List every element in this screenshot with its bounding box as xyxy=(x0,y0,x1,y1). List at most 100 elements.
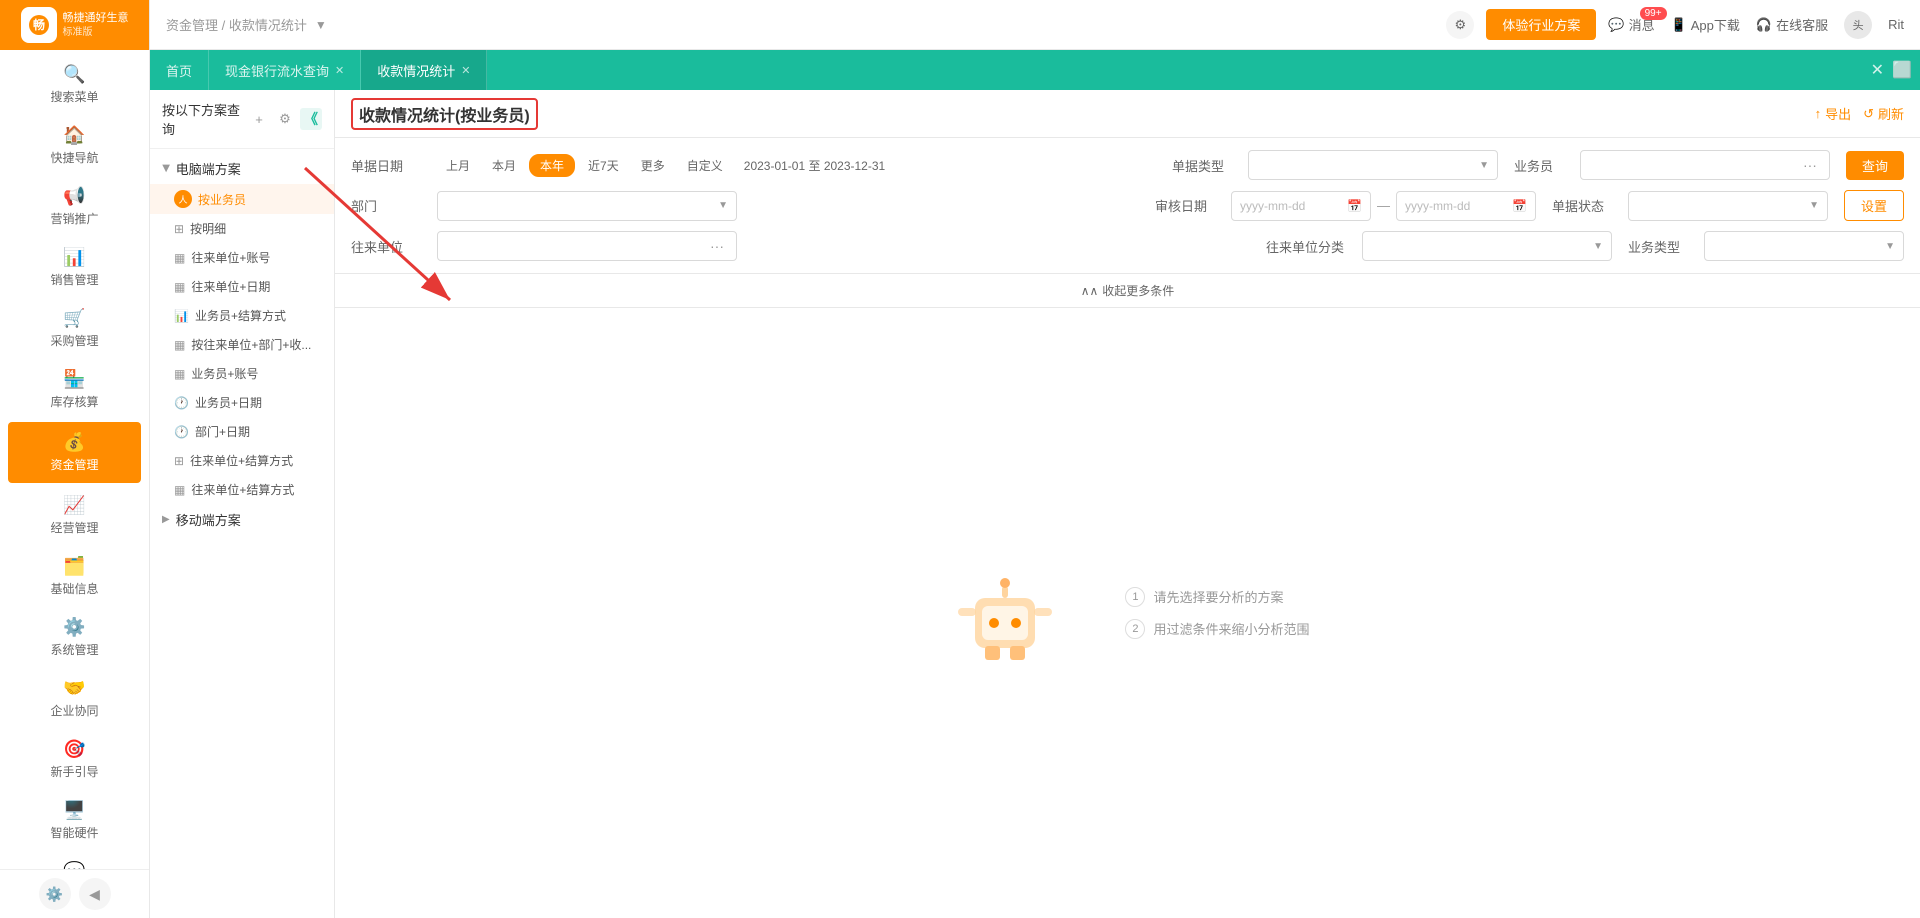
operation-icon: 📈 xyxy=(63,495,85,516)
scheme-group-desktop-header[interactable]: ▶ 电脑端方案 xyxy=(150,153,334,184)
doc-type-label: 单据类型 xyxy=(1172,156,1232,175)
salesman-scheme-icon: 人 xyxy=(174,190,192,208)
sidebar-item-enterprise[interactable]: 🤝 企业协同 xyxy=(0,668,149,729)
header-gear-btn[interactable]: ⚙ xyxy=(1446,11,1474,39)
biz-type-select[interactable]: ▼ xyxy=(1704,231,1904,261)
sidebar-item-quicknav[interactable]: 🏠 快捷导航 xyxy=(0,115,149,176)
review-date-end[interactable]: yyyy-mm-dd 📅 xyxy=(1396,191,1536,221)
salesman-select[interactable]: ··· xyxy=(1580,150,1830,180)
service-icon: 🎧 xyxy=(1756,17,1772,33)
page-title-area: 收款情况统计(按业务员) xyxy=(351,98,538,130)
date-tab-this-month[interactable]: 本月 xyxy=(483,154,525,177)
tab-close-collection[interactable]: ✕ xyxy=(461,64,470,77)
sidebar-item-hardware[interactable]: 🖥️ 智能硬件 xyxy=(0,790,149,851)
counterpart-category-group: 往来单位分类 ▼ 业务类型 ▼ xyxy=(1266,231,1904,261)
scheme-item-by-salesman[interactable]: 人 按业务员 xyxy=(150,184,334,214)
scheme-group-desktop: ▶ 电脑端方案 人 按业务员 ⊞ 按明细 ▦ 往来单位+账号 xyxy=(150,153,334,504)
dept-label: 部门 xyxy=(351,196,421,215)
refresh-btn[interactable]: ↺ 刷新 xyxy=(1863,104,1904,123)
scheme-item-dept-date[interactable]: 🕐 部门+日期 xyxy=(150,417,334,446)
date-tab-last-7[interactable]: 近7天 xyxy=(579,154,628,177)
scheme-item-salesman-settlement[interactable]: 📊 业务员+结算方式 xyxy=(150,301,334,330)
doc-status-arrow: ▼ xyxy=(1809,200,1819,211)
robot-illustration xyxy=(945,553,1065,673)
unit-settlement2-icon: ▦ xyxy=(174,483,185,497)
counterpart-more-btn[interactable]: ··· xyxy=(706,238,728,254)
sidebar: 畅 畅捷通好生意 标准版 🔍 搜索菜单 🏠 快捷导航 📢 营销推广 📊 销售管理… xyxy=(0,0,150,918)
scheme-group-mobile-header[interactable]: ▶ 移动端方案 xyxy=(150,504,334,535)
scheme-item-unit-dept[interactable]: ▦ 按往来单位+部门+收... xyxy=(150,330,334,359)
sidebar-item-wechat[interactable]: 💬 企业微信 xyxy=(0,851,149,869)
scheme-add-btn[interactable]: + xyxy=(248,108,270,130)
date-tabs: 上月 本月 本年 近7天 更多 自定义 2023-01-01 至 2023-12… xyxy=(437,154,885,177)
sidebar-item-system[interactable]: ⚙️ 系统管理 xyxy=(0,607,149,668)
doc-type-select[interactable]: ▼ xyxy=(1248,150,1498,180)
message-icon: 💬 xyxy=(1608,17,1624,33)
collapse-bar[interactable]: ∧∧ 收起更多条件 xyxy=(335,274,1920,308)
sidebar-logo: 畅 畅捷通好生意 标准版 xyxy=(0,0,149,50)
sidebar-item-search[interactable]: 🔍 搜索菜单 xyxy=(0,54,149,115)
scheme-item-salesman-account[interactable]: ▦ 业务员+账号 xyxy=(150,359,334,388)
sidebar-item-marketing[interactable]: 📢 营销推广 xyxy=(0,176,149,237)
user-name[interactable]: Rit xyxy=(1888,17,1904,32)
sales-icon: 📊 xyxy=(63,247,85,268)
empty-step-1: 1 请先选择要分析的方案 xyxy=(1125,587,1309,607)
sidebar-item-guide[interactable]: 🎯 新手引导 xyxy=(0,729,149,790)
message-btn[interactable]: 💬 消息 99+ xyxy=(1608,15,1654,34)
online-service-btn[interactable]: 🎧 在线客服 xyxy=(1756,15,1828,34)
breadcrumb-dropdown-icon[interactable]: ▼ xyxy=(315,18,327,32)
scheme-item-detail[interactable]: ⊞ 按明细 xyxy=(150,214,334,243)
inventory-icon: 🏪 xyxy=(63,369,85,390)
scheme-item-unit-date[interactable]: ▦ 往来单位+日期 xyxy=(150,272,334,301)
counterpart-category-select[interactable]: ▼ xyxy=(1362,231,1612,261)
scheme-item-unit-account[interactable]: ▦ 往来单位+账号 xyxy=(150,243,334,272)
dept-select[interactable]: ▼ xyxy=(437,191,737,221)
doc-status-select[interactable]: ▼ xyxy=(1628,191,1828,221)
tab-close-all-btn[interactable]: ✕ xyxy=(1871,60,1884,80)
scheme-item-unit-settlement1[interactable]: ⊞ 往来单位+结算方式 xyxy=(150,446,334,475)
step-number-2: 2 xyxy=(1125,619,1145,639)
sidebar-item-inventory[interactable]: 🏪 库存核算 xyxy=(0,359,149,420)
sidebar-item-purchase[interactable]: 🛒 采购管理 xyxy=(0,298,149,359)
sidebar-item-operation[interactable]: 📈 经营管理 xyxy=(0,485,149,546)
home-icon: 🏠 xyxy=(63,125,85,146)
scheme-item-unit-settlement2[interactable]: ▦ 往来单位+结算方式 xyxy=(150,475,334,504)
scheme-collapse-btn[interactable]: 《 xyxy=(300,108,322,130)
phone-icon: 📱 xyxy=(1671,17,1687,33)
dept-date-icon: 🕐 xyxy=(174,425,189,439)
trial-btn[interactable]: 体验行业方案 xyxy=(1486,9,1596,40)
user-avatar[interactable]: 头 xyxy=(1844,11,1872,39)
hardware-icon: 🖥️ xyxy=(63,800,85,821)
tab-maximize-btn[interactable]: ⬜ xyxy=(1892,60,1912,80)
sidebar-item-sales[interactable]: 📊 销售管理 xyxy=(0,237,149,298)
settings-btn[interactable]: 设置 xyxy=(1844,190,1904,221)
guide-icon: 🎯 xyxy=(63,739,85,760)
counterpart-category-label: 往来单位分类 xyxy=(1266,237,1346,256)
calendar-icon-1: 📅 xyxy=(1347,199,1362,213)
app-download-btn[interactable]: 📱 App下载 xyxy=(1671,15,1740,34)
scheme-item-salesman-date[interactable]: 🕐 业务员+日期 xyxy=(150,388,334,417)
page-title: 收款情况统计(按业务员) xyxy=(359,108,530,125)
sidebar-settings-btn[interactable]: ⚙️ xyxy=(39,878,71,910)
date-tab-this-year[interactable]: 本年 xyxy=(529,154,575,177)
counterpart-select[interactable]: ··· xyxy=(437,231,737,261)
tab-home[interactable]: 首页 xyxy=(150,50,209,90)
tab-close-cash-flow[interactable]: ✕ xyxy=(335,64,344,77)
sidebar-collapse-btn[interactable]: ◀ xyxy=(79,878,111,910)
date-tab-last-month[interactable]: 上月 xyxy=(437,154,479,177)
basicinfo-icon: 🗂️ xyxy=(63,556,85,577)
review-date-start[interactable]: yyyy-mm-dd 📅 xyxy=(1231,191,1371,221)
date-tab-custom[interactable]: 自定义 xyxy=(678,154,732,177)
query-btn[interactable]: 查询 xyxy=(1846,151,1904,180)
scheme-item-unit-settlement2-label: 往来单位+结算方式 xyxy=(191,481,294,498)
tab-collection-stats[interactable]: 收款情况统计 ✕ xyxy=(361,50,487,90)
scheme-settings-btn[interactable]: ⚙ xyxy=(274,108,296,130)
sidebar-item-finance[interactable]: 💰 资金管理 xyxy=(8,422,141,483)
sidebar-item-basicinfo[interactable]: 🗂️ 基础信息 xyxy=(0,546,149,607)
tab-cash-flow[interactable]: 现金银行流水查询 ✕ xyxy=(209,50,361,90)
biz-type-label: 业务类型 xyxy=(1628,237,1688,256)
date-tab-more[interactable]: 更多 xyxy=(632,154,674,177)
salesman-more-btn[interactable]: ··· xyxy=(1799,157,1821,173)
doc-status-label: 单据状态 xyxy=(1552,196,1612,215)
export-btn[interactable]: ↑ 导出 xyxy=(1815,104,1852,123)
